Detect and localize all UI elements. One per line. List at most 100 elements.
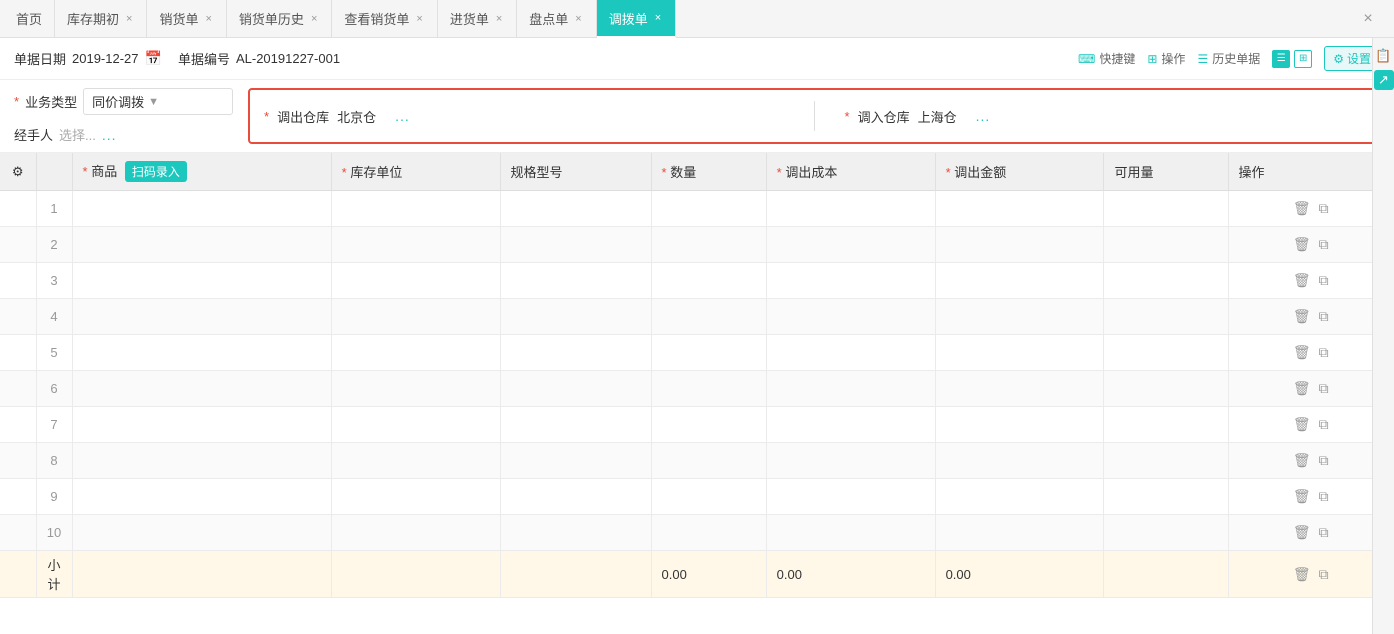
row-gear (0, 191, 36, 227)
copy-icon[interactable]: ⧉ (1319, 344, 1329, 361)
business-type-select[interactable]: 同价调拨 ▼ (83, 88, 233, 115)
row-seq: 5 (36, 335, 72, 371)
delete-icon[interactable]: 🗑 (1293, 272, 1311, 289)
copy-icon[interactable]: ⧉ (1319, 272, 1329, 289)
row-cost (766, 407, 935, 443)
tab-sales-history[interactable]: 销货单历史 × (227, 0, 332, 38)
operations-icon: ⊞ (1147, 52, 1157, 66)
delete-icon[interactable]: 🗑 (1293, 236, 1311, 253)
copy-icon[interactable]: ⧉ (1319, 236, 1329, 253)
table-row: 小计 0.00 0.00 0.00 🗑 ⧉ (0, 551, 1394, 598)
row-ops: 🗑 ⧉ (1228, 407, 1393, 443)
copy-icon[interactable]: ⧉ (1319, 488, 1329, 505)
tab-transfer-close[interactable]: × (653, 11, 663, 25)
row-product[interactable] (72, 263, 331, 299)
copy-icon[interactable]: ⧉ (1319, 524, 1329, 541)
copy-icon[interactable]: ⧉ (1319, 452, 1329, 469)
row-ops: 🗑 ⧉ (1228, 335, 1393, 371)
in-warehouse-more-button[interactable]: ... (976, 108, 991, 124)
table-header-row: ⚙ * 商品 扫码录入 * 库存单位 规格型号 * 数量 (0, 153, 1394, 191)
person-select[interactable]: 选择... (59, 125, 96, 144)
row-avail (1104, 443, 1228, 479)
note-icon[interactable]: 📋 (1374, 46, 1394, 66)
layout-list-icon[interactable]: ☰ (1272, 50, 1290, 68)
row-product[interactable] (72, 335, 331, 371)
col-product-label: 商品 (91, 164, 117, 179)
copy-icon[interactable]: ⧉ (1319, 308, 1329, 325)
tab-transfer[interactable]: 调拨单 × (597, 0, 676, 38)
row-gear (0, 299, 36, 335)
copy-icon[interactable]: ⧉ (1319, 566, 1329, 583)
tab-sales-order[interactable]: 销货单 × (147, 0, 226, 38)
row-qty (651, 371, 766, 407)
tab-stocktake-close[interactable]: × (573, 12, 583, 26)
scan-button[interactable]: 扫码录入 (125, 161, 187, 182)
tab-sales-history-close[interactable]: × (309, 12, 319, 26)
subtotal-avail (1104, 551, 1228, 598)
tab-purchase[interactable]: 进货单 × (438, 0, 517, 38)
person-more-button[interactable]: ... (102, 127, 117, 143)
operations-button[interactable]: ⊞ 操作 (1147, 50, 1185, 67)
calendar-icon[interactable]: 📅 (145, 50, 162, 67)
row-gear (0, 335, 36, 371)
copy-icon[interactable]: ⧉ (1319, 416, 1329, 433)
delete-icon[interactable]: 🗑 (1293, 380, 1311, 397)
row-qty (651, 335, 766, 371)
expand-icon[interactable]: ↗ (1374, 70, 1394, 90)
right-panel: 📋 ↗ (1372, 38, 1394, 634)
delete-icon[interactable]: 🗑 (1293, 200, 1311, 217)
row-unit (331, 299, 500, 335)
row-amount (935, 191, 1104, 227)
tab-inventory-init[interactable]: 库存期初 × (55, 0, 147, 38)
row-ops: 🗑 ⧉ (1228, 299, 1393, 335)
business-type-value: 同价调拨 (92, 92, 144, 111)
history-button[interactable]: ☰ 历史单据 (1197, 50, 1260, 67)
layout-grid-icon[interactable]: ⊞ (1294, 50, 1312, 68)
out-warehouse-more-button[interactable]: ... (395, 108, 410, 124)
delete-icon[interactable]: 🗑 (1293, 416, 1311, 433)
row-product[interactable] (72, 443, 331, 479)
shortcuts-button[interactable]: ⌨ 快捷键 (1078, 50, 1135, 67)
tab-inventory-init-close[interactable]: × (124, 12, 134, 26)
tab-view-sales-close[interactable]: × (414, 12, 424, 26)
row-cost (766, 335, 935, 371)
row-product[interactable] (72, 227, 331, 263)
delete-icon[interactable]: 🗑 (1293, 452, 1311, 469)
row-product[interactable] (72, 191, 331, 227)
tab-stocktake[interactable]: 盘点单 × (517, 0, 596, 38)
delete-icon[interactable]: 🗑 (1293, 566, 1311, 583)
row-seq: 10 (36, 515, 72, 551)
row-gear (0, 515, 36, 551)
row-unit (331, 335, 500, 371)
row-product[interactable] (72, 299, 331, 335)
subtotal-cost: 0.00 (766, 551, 935, 598)
row-product[interactable] (72, 407, 331, 443)
tab-sales-order-close[interactable]: × (203, 12, 213, 26)
close-window-button[interactable]: × (1354, 5, 1382, 33)
table-row: 2 🗑 ⧉ (0, 227, 1394, 263)
row-product[interactable] (72, 371, 331, 407)
history-icon: ☰ (1197, 52, 1208, 66)
copy-icon[interactable]: ⧉ (1319, 380, 1329, 397)
copy-icon[interactable]: ⧉ (1319, 200, 1329, 217)
col-product: * 商品 扫码录入 (72, 153, 331, 191)
tab-view-sales[interactable]: 查看销货单 × (332, 0, 437, 38)
tab-purchase-close[interactable]: × (494, 12, 504, 26)
tab-home[interactable]: 首页 (4, 0, 55, 38)
row-product[interactable] (72, 515, 331, 551)
delete-icon[interactable]: 🗑 (1293, 344, 1311, 361)
table-row: 9 🗑 ⧉ (0, 479, 1394, 515)
row-gear (0, 227, 36, 263)
row-unit (331, 479, 500, 515)
delete-icon[interactable]: 🗑 (1293, 524, 1311, 541)
row-avail (1104, 407, 1228, 443)
row-avail (1104, 515, 1228, 551)
form-section: * 业务类型 同价调拨 ▼ 经手人 选择... ... * 调出仓库 北京仓 .… (0, 80, 1394, 153)
table-row: 3 🗑 ⧉ (0, 263, 1394, 299)
row-amount (935, 515, 1104, 551)
delete-icon[interactable]: 🗑 (1293, 488, 1311, 505)
delete-icon[interactable]: 🗑 (1293, 308, 1311, 325)
row-product[interactable] (72, 479, 331, 515)
row-cost (766, 299, 935, 335)
row-spec (500, 371, 651, 407)
